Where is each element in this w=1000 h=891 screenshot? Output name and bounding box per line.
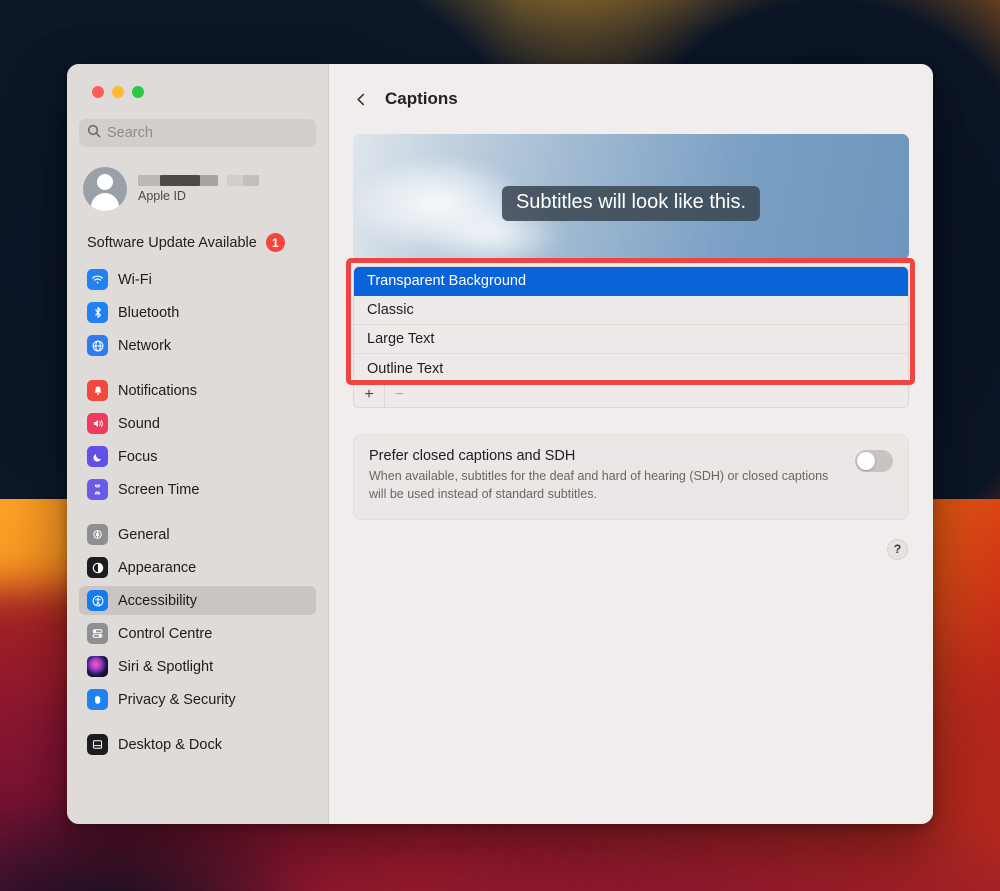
sidebar-item-siri-and-spotlight[interactable]: Siri & Spotlight bbox=[79, 652, 316, 681]
caption-style-list: Transparent Background Classic Large Tex… bbox=[353, 266, 909, 383]
sidebar-item-wi-fi[interactable]: Wi-Fi bbox=[79, 265, 316, 294]
sidebar-item-label: General bbox=[118, 526, 170, 543]
software-update-row[interactable]: Software Update Available 1 bbox=[79, 233, 316, 252]
minimize-button[interactable] bbox=[112, 86, 124, 98]
closed-captions-description: When available, subtitles for the deaf a… bbox=[369, 469, 829, 501]
system-settings-window: Search Apple ID Software Update Availabl… bbox=[67, 64, 933, 824]
hourglass-icon bbox=[87, 479, 108, 500]
help-button[interactable]: ? bbox=[887, 538, 908, 560]
apple-id-label: Apple ID bbox=[138, 189, 186, 203]
sidebar-item-label: Desktop & Dock bbox=[118, 736, 222, 753]
sidebar-item-label: Siri & Spotlight bbox=[118, 658, 214, 675]
apple-id-row[interactable]: Apple ID bbox=[79, 161, 316, 217]
list-item[interactable]: Outline Text bbox=[354, 354, 908, 383]
sidebar-item-label: Network bbox=[118, 337, 172, 354]
speaker-icon bbox=[87, 413, 108, 434]
contrast-icon bbox=[87, 557, 108, 578]
sidebar-item-notifications[interactable]: Notifications bbox=[79, 376, 316, 405]
sidebar-item-label: Bluetooth bbox=[118, 304, 180, 321]
sidebar-item-bluetooth[interactable]: Bluetooth bbox=[79, 298, 316, 327]
sidebar-item-appearance[interactable]: Appearance bbox=[79, 553, 316, 582]
sidebar-item-label: Accessibility bbox=[118, 592, 197, 609]
sidebar-item-label: Wi-Fi bbox=[118, 271, 152, 288]
list-item[interactable]: Large Text bbox=[354, 325, 908, 354]
sidebar-group-desktop: Desktop & Dock bbox=[79, 730, 316, 759]
search-placeholder: Search bbox=[107, 125, 153, 141]
sidebar-item-label: Notifications bbox=[118, 382, 197, 399]
sidebar-item-label: Appearance bbox=[118, 559, 197, 576]
gear-icon bbox=[87, 524, 108, 545]
remove-style-button[interactable]: − bbox=[384, 383, 414, 407]
add-style-button[interactable]: + bbox=[354, 383, 384, 407]
bluetooth-icon bbox=[87, 302, 108, 323]
help-row: ? bbox=[353, 538, 909, 560]
update-badge: 1 bbox=[265, 233, 285, 252]
moon-icon bbox=[87, 446, 108, 467]
captions-preview: Subtitles will look like this. bbox=[353, 134, 909, 260]
list-item[interactable]: Transparent Background bbox=[354, 267, 908, 296]
sidebar-item-desktop-and-dock[interactable]: Desktop & Dock bbox=[79, 730, 316, 759]
sidebar-item-label: Privacy & Security bbox=[118, 691, 236, 708]
sidebar-item-sound[interactable]: Sound bbox=[79, 409, 316, 438]
caption-style-list-container: Transparent Background Classic Large Tex… bbox=[346, 258, 915, 408]
search-input[interactable]: Search bbox=[79, 119, 316, 147]
account-name-redacted bbox=[138, 175, 259, 186]
content-header: Captions bbox=[353, 64, 909, 134]
zoom-button[interactable] bbox=[132, 86, 144, 98]
sidebar-group-preferences: General Appearance Accessibility Control… bbox=[79, 520, 316, 714]
window-controls bbox=[79, 64, 316, 98]
list-footer-toolbar: + − bbox=[353, 383, 909, 408]
close-button[interactable] bbox=[92, 86, 104, 98]
page-title: Captions bbox=[385, 89, 458, 108]
hand-icon bbox=[87, 689, 108, 710]
sidebar-item-focus[interactable]: Focus bbox=[79, 442, 316, 471]
content-pane: Captions Subtitles will look like this. … bbox=[329, 64, 933, 824]
siri-icon bbox=[87, 656, 108, 677]
sidebar-group-network: Wi-Fi Bluetooth Network bbox=[79, 265, 316, 360]
search-icon bbox=[87, 124, 101, 143]
accessibility-icon bbox=[87, 590, 108, 611]
sidebar-item-control-centre[interactable]: Control Centre bbox=[79, 619, 316, 648]
desktop-icon bbox=[87, 734, 108, 755]
sidebar-item-privacy-and-security[interactable]: Privacy & Security bbox=[79, 685, 316, 714]
wifi-icon bbox=[87, 269, 108, 290]
closed-captions-card: Prefer closed captions and SDH When avai… bbox=[353, 434, 909, 520]
closed-captions-toggle[interactable] bbox=[855, 450, 893, 472]
sidebar-item-label: Screen Time bbox=[118, 481, 200, 498]
globe-icon bbox=[87, 335, 108, 356]
subtitle-preview-text: Subtitles will look like this. bbox=[501, 186, 761, 221]
sidebar-item-network[interactable]: Network bbox=[79, 331, 316, 360]
sidebar-item-screen-time[interactable]: Screen Time bbox=[79, 475, 316, 504]
sidebar-item-label: Sound bbox=[118, 415, 160, 432]
switches-icon bbox=[87, 623, 108, 644]
sidebar-item-general[interactable]: General bbox=[79, 520, 316, 549]
sidebar: Search Apple ID Software Update Availabl… bbox=[67, 64, 329, 824]
chevron-left-icon[interactable] bbox=[355, 93, 368, 106]
closed-captions-title: Prefer closed captions and SDH bbox=[369, 448, 576, 464]
sidebar-item-accessibility[interactable]: Accessibility bbox=[79, 586, 316, 615]
sidebar-item-label: Focus bbox=[118, 448, 158, 465]
sidebar-group-system: Notifications Sound Focus Screen Time bbox=[79, 376, 316, 504]
list-item[interactable]: Classic bbox=[354, 296, 908, 325]
sidebar-item-label: Control Centre bbox=[118, 625, 213, 642]
avatar bbox=[83, 167, 127, 211]
software-update-label: Software Update Available bbox=[87, 234, 257, 251]
bell-icon bbox=[87, 380, 108, 401]
